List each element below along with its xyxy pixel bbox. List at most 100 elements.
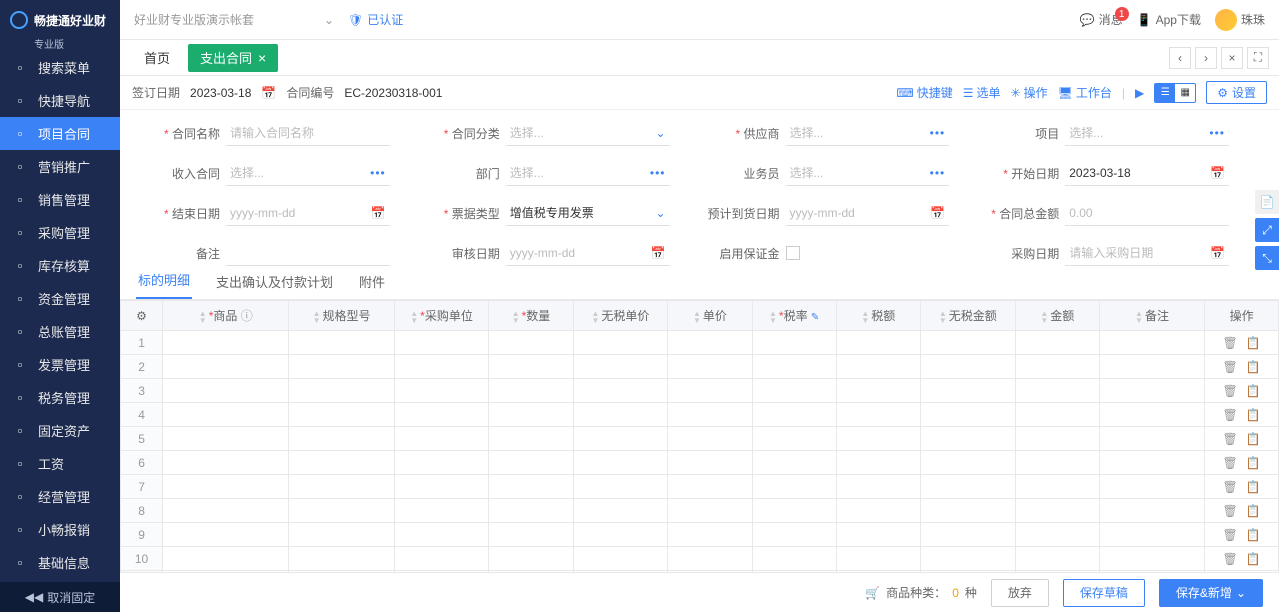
cell[interactable] <box>1015 523 1099 547</box>
cell[interactable] <box>1015 331 1099 355</box>
cell[interactable] <box>1015 451 1099 475</box>
cell[interactable] <box>394 523 489 547</box>
table-row[interactable]: 5🗑📋 <box>121 427 1279 451</box>
table-row[interactable]: 7🗑📋 <box>121 475 1279 499</box>
copy-icon[interactable]: 📋 <box>1246 408 1261 422</box>
cell[interactable] <box>836 427 920 451</box>
start-date-input[interactable]: 2023-03-18📅 <box>1065 160 1229 186</box>
col-10[interactable]: ▲▼金额 <box>1015 301 1099 331</box>
col-12[interactable]: 操作 <box>1205 301 1279 331</box>
delete-icon[interactable]: 🗑 <box>1222 456 1237 470</box>
cell[interactable] <box>289 331 394 355</box>
calendar-icon[interactable]: 📅 <box>261 86 276 100</box>
cell[interactable] <box>163 523 289 547</box>
deposit-checkbox[interactable] <box>786 246 800 260</box>
pick-button[interactable]: ☰选单 <box>963 84 1001 101</box>
contract-category-select[interactable]: 选择...⌄ <box>506 120 670 146</box>
col-11[interactable]: ▲▼备注 <box>1099 301 1204 331</box>
cell[interactable] <box>289 523 394 547</box>
cell[interactable] <box>920 427 1015 451</box>
cell[interactable] <box>836 547 920 571</box>
cell[interactable] <box>836 379 920 403</box>
cell[interactable] <box>163 475 289 499</box>
sidebar-item-2[interactable]: ▫项目合同 <box>0 117 120 150</box>
tab-close-all-button[interactable]: × <box>1221 47 1243 69</box>
sidebar-item-10[interactable]: ▫税务管理 <box>0 381 120 414</box>
float-collapse-button[interactable]: ⤡ <box>1255 246 1279 270</box>
project-picker[interactable]: 选择...••• <box>1065 120 1229 146</box>
supplier-picker[interactable]: 选择...••• <box>786 120 950 146</box>
delete-icon[interactable]: 🗑 <box>1222 360 1237 374</box>
cell[interactable] <box>573 475 668 499</box>
tab-prev-button[interactable]: ‹ <box>1169 47 1191 69</box>
copy-icon[interactable]: 📋 <box>1246 456 1261 470</box>
col-4[interactable]: ▲▼*数量 <box>489 301 573 331</box>
delete-icon[interactable]: 🗑 <box>1222 432 1237 446</box>
copy-icon[interactable]: 📋 <box>1246 528 1261 542</box>
cell[interactable] <box>668 379 752 403</box>
cell[interactable] <box>489 331 573 355</box>
cell[interactable] <box>836 451 920 475</box>
cell[interactable] <box>836 499 920 523</box>
cell[interactable] <box>1099 451 1204 475</box>
cell[interactable] <box>1015 379 1099 403</box>
cell[interactable] <box>668 523 752 547</box>
cell[interactable] <box>668 331 752 355</box>
cell[interactable] <box>289 475 394 499</box>
col-7[interactable]: ▲▼*税率 ✎ <box>752 301 836 331</box>
cell[interactable] <box>1099 379 1204 403</box>
cell[interactable] <box>489 355 573 379</box>
col-1[interactable]: ▲▼*商品 ⓘ <box>163 301 289 331</box>
cell[interactable] <box>920 355 1015 379</box>
cell[interactable] <box>394 499 489 523</box>
cell[interactable] <box>836 523 920 547</box>
fullscreen-button[interactable]: ⛶ <box>1247 47 1269 69</box>
sales-picker[interactable]: 选择...••• <box>786 160 950 186</box>
remark-input[interactable] <box>226 240 390 266</box>
total-input[interactable]: 0.00 <box>1065 200 1229 226</box>
end-date-input[interactable]: yyyy-mm-dd📅 <box>226 200 390 226</box>
col-8[interactable]: ▲▼税额 <box>836 301 920 331</box>
env-selector[interactable]: 好业财专业版演示帐套 ⌄ <box>134 11 334 28</box>
view-grid-icon[interactable]: ▦ <box>1175 84 1195 102</box>
cell[interactable] <box>289 451 394 475</box>
eta-input[interactable]: yyyy-mm-dd📅 <box>786 200 950 226</box>
sidebar-item-6[interactable]: ▫库存核算 <box>0 249 120 282</box>
cell[interactable] <box>668 403 752 427</box>
cell[interactable] <box>573 403 668 427</box>
sidebar-item-15[interactable]: ▫基础信息 <box>0 546 120 579</box>
tab-expense-contract[interactable]: 支出合同 × <box>188 44 278 72</box>
cell[interactable] <box>163 427 289 451</box>
cell[interactable] <box>836 403 920 427</box>
table-row[interactable]: 3🗑📋 <box>121 379 1279 403</box>
cell[interactable] <box>289 355 394 379</box>
cell[interactable] <box>1099 547 1204 571</box>
cell[interactable] <box>668 355 752 379</box>
cell[interactable] <box>1099 403 1204 427</box>
cell[interactable] <box>1099 355 1204 379</box>
col-5[interactable]: ▲▼无税单价 <box>573 301 668 331</box>
cell[interactable] <box>836 355 920 379</box>
cell[interactable] <box>489 523 573 547</box>
cell[interactable] <box>289 403 394 427</box>
cell[interactable] <box>163 499 289 523</box>
cell[interactable] <box>668 451 752 475</box>
col-0[interactable]: ⚙ <box>121 301 163 331</box>
col-2[interactable]: ▲▼规格型号 <box>289 301 394 331</box>
subtab-items[interactable]: 标的明细 <box>136 270 192 299</box>
cell[interactable] <box>394 403 489 427</box>
cell[interactable] <box>836 331 920 355</box>
delete-icon[interactable]: 🗑 <box>1222 384 1237 398</box>
cell[interactable] <box>489 403 573 427</box>
view-list-icon[interactable]: ☰ <box>1155 84 1175 102</box>
subtab-payment[interactable]: 支出确认及付款计划 <box>214 272 335 299</box>
cell[interactable] <box>668 547 752 571</box>
cell[interactable] <box>752 427 836 451</box>
cell[interactable] <box>163 547 289 571</box>
cell[interactable] <box>752 331 836 355</box>
close-icon[interactable]: × <box>258 50 266 66</box>
table-row[interactable]: 2🗑📋 <box>121 355 1279 379</box>
delete-icon[interactable]: 🗑 <box>1222 408 1237 422</box>
sidebar-item-3[interactable]: ▫营销推广 <box>0 150 120 183</box>
copy-icon[interactable]: 📋 <box>1246 360 1261 374</box>
